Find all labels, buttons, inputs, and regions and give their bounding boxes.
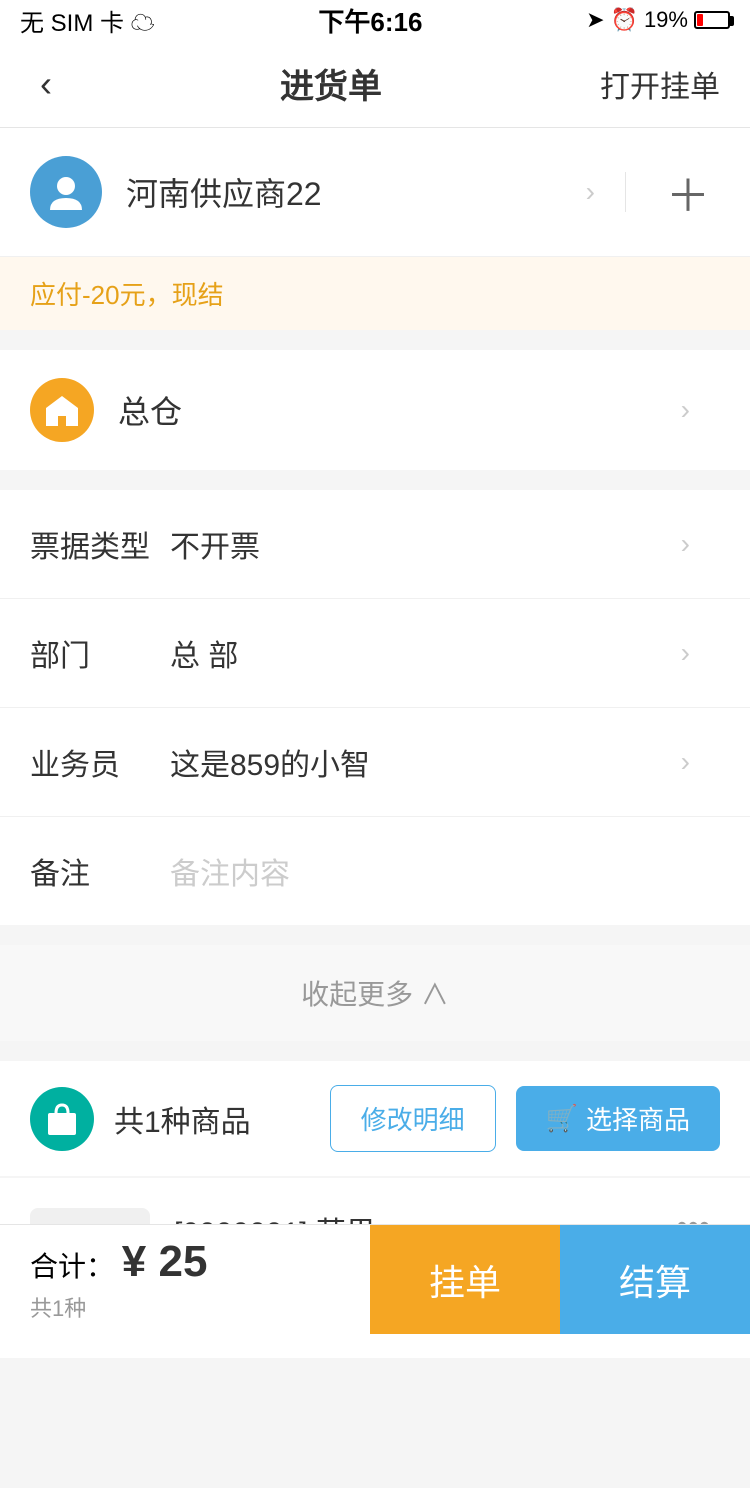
products-icon [30, 1087, 94, 1151]
warehouse-icon [30, 378, 94, 442]
edit-detail-button[interactable]: 修改明细 [330, 1085, 496, 1152]
remark-input[interactable]: 备注内容 [150, 849, 720, 893]
form-card: 票据类型 不开票 › 部门 总 部 › 业务员 这是859的小智 › 备注 备注… [0, 490, 750, 925]
cart-icon: 🛒 [546, 1103, 578, 1134]
department-label: 部门 [30, 631, 150, 675]
supplier-card: 河南供应商22 › ＋ 应付-20元，现结 [0, 128, 750, 330]
remark-label: 备注 [30, 849, 150, 893]
divider [625, 172, 626, 212]
shopping-icon [44, 1101, 80, 1137]
salesman-row[interactable]: 业务员 这是859的小智 › [0, 708, 750, 817]
pending-button[interactable]: 挂单 [370, 1225, 560, 1334]
add-button[interactable]: ＋ [656, 160, 720, 224]
total-amount: ¥ 25 [122, 1237, 208, 1286]
chevron-right-icon: › [586, 176, 595, 208]
home-icon [44, 392, 80, 428]
confirm-button[interactable]: 结算 [560, 1225, 750, 1334]
nav-bar: ‹ 进货单 打开挂单 [0, 40, 750, 128]
total-count: 共1种 [30, 1291, 340, 1323]
chevron-right-icon: › [681, 394, 690, 426]
bottom-bar: 合计： ¥ 25 共1种 挂单 结算 [0, 1224, 750, 1334]
supplier-row[interactable]: 河南供应商22 › ＋ [0, 128, 750, 257]
back-button[interactable]: ‹ [30, 53, 62, 115]
open-pending-button[interactable]: 打开挂单 [600, 62, 720, 106]
page-title: 进货单 [280, 59, 382, 108]
salesman-label: 业务员 [30, 740, 150, 784]
collapse-more-button[interactable]: 收起更多 ∧ [0, 945, 750, 1041]
status-bar: 无 SIM 卡 ☁ 下午6:16 ➤ ⏰ 19% [0, 0, 750, 40]
supplier-avatar [30, 156, 102, 228]
warehouse-name: 总仓 [118, 387, 681, 433]
status-left: 无 SIM 卡 ☁ [20, 3, 155, 38]
battery-icon [694, 11, 730, 29]
ticket-type-row[interactable]: 票据类型 不开票 › [0, 490, 750, 599]
ticket-type-value: 不开票 [150, 522, 681, 566]
salesman-value: 这是859的小智 [150, 740, 681, 784]
chevron-right-icon: › [681, 528, 690, 560]
warehouse-row[interactable]: 总仓 › [0, 350, 750, 470]
info-banner: 应付-20元，现结 [0, 257, 750, 330]
alarm-icon: ⏰ [611, 7, 638, 33]
select-product-button[interactable]: 🛒 选择商品 [516, 1086, 720, 1151]
chevron-right-icon: › [681, 746, 690, 778]
status-time: 下午6:16 [318, 2, 422, 39]
department-row[interactable]: 部门 总 部 › [0, 599, 750, 708]
battery-text: 19% [644, 7, 688, 33]
location-icon: ➤ [586, 7, 604, 33]
supplier-name: 河南供应商22 [126, 169, 586, 215]
signal-text: 无 SIM 卡 ☁ [20, 3, 155, 38]
user-icon [46, 172, 86, 212]
status-right: ➤ ⏰ 19% [586, 7, 730, 33]
chevron-right-icon: › [681, 637, 690, 669]
department-value: 总 部 [150, 631, 681, 675]
remark-row[interactable]: 备注 备注内容 [0, 817, 750, 925]
ticket-type-label: 票据类型 [30, 522, 150, 566]
total-label-row: 合计： ¥ 25 [30, 1237, 340, 1287]
total-section: 合计： ¥ 25 共1种 [0, 1225, 370, 1334]
products-header: 共1种商品 修改明细 🛒 选择商品 [0, 1061, 750, 1176]
products-count: 共1种商品 [114, 1097, 310, 1141]
total-label: 合计： [30, 1251, 114, 1282]
